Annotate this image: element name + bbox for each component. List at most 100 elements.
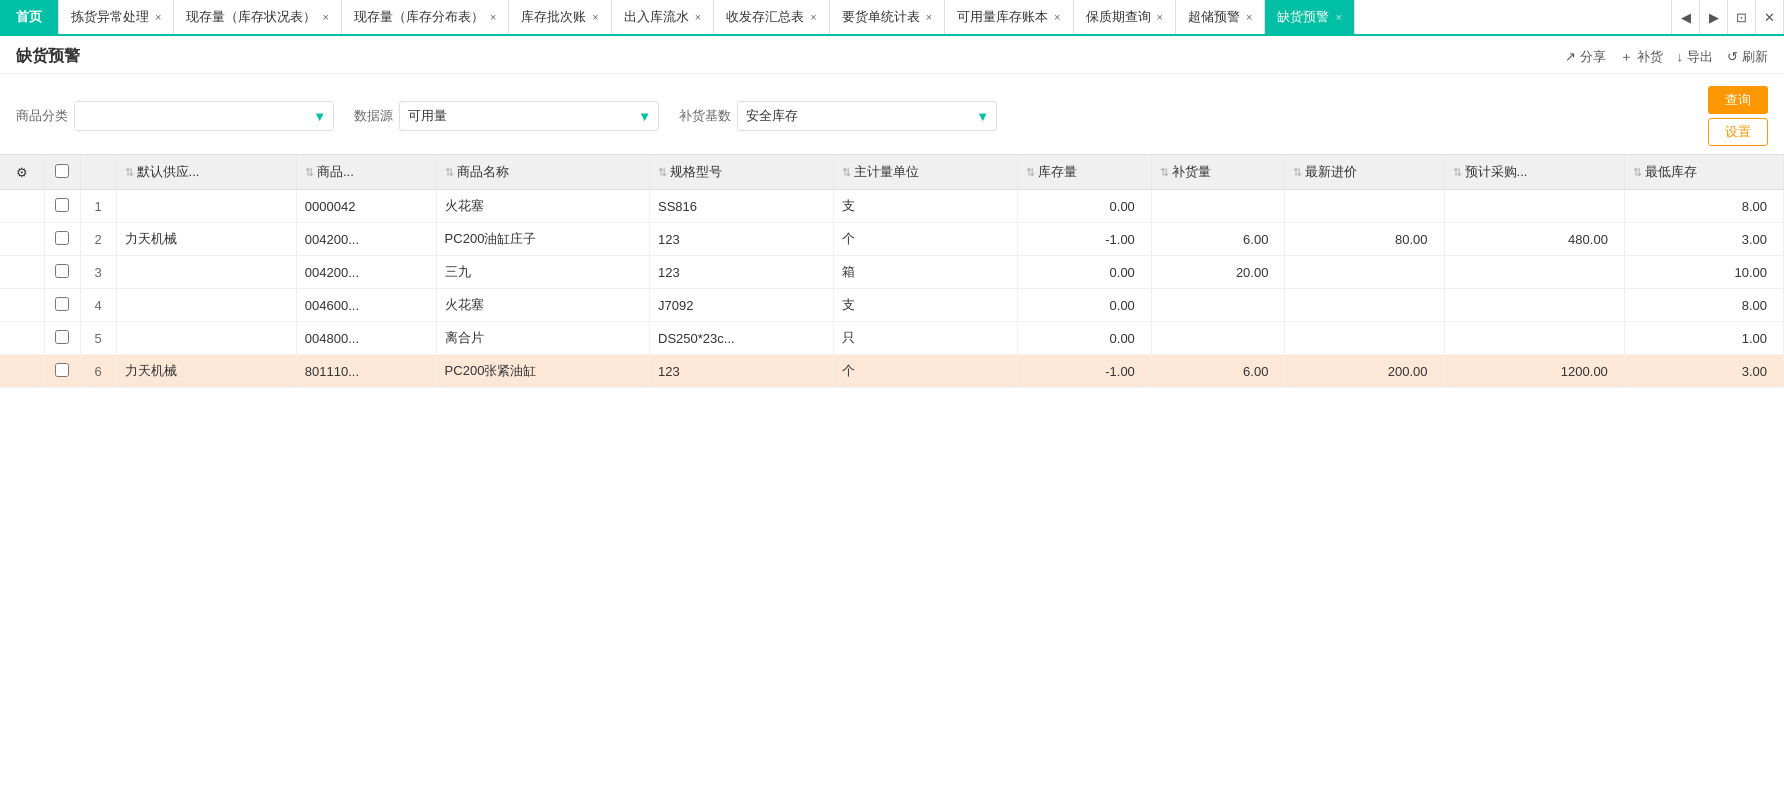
settings-button[interactable]: 设置: [1708, 118, 1768, 146]
row-checkbox[interactable]: [55, 231, 69, 245]
row-est-purchase: [1444, 190, 1624, 223]
tab-nav-buttons: ◀ ▶ ⊡ ✕: [1671, 0, 1784, 34]
col-stock[interactable]: 库存量: [1018, 155, 1152, 190]
tab-close-icon[interactable]: ×: [1246, 11, 1252, 23]
row-unit: 支: [833, 289, 1018, 322]
col-est-purchase[interactable]: 预计采购...: [1444, 155, 1624, 190]
tab-batch-account[interactable]: 库存批次账×: [509, 0, 611, 34]
tab-abnormal[interactable]: 拣货异常处理×: [59, 0, 174, 34]
row-replenish: 6.00: [1151, 223, 1285, 256]
header-actions: ↗分享 ＋补货 ↓导出 ↺刷新: [1565, 48, 1769, 66]
tab-inout-flow[interactable]: 出入库流水×: [612, 0, 714, 34]
replenish-base-filter-group: 补货基数 安全库存 ▼: [679, 101, 997, 131]
row-min-stock: 3.00: [1624, 355, 1783, 388]
tab-overstock[interactable]: 超储预警 ×: [1176, 0, 1265, 34]
row-product-name: PC200张紧油缸: [436, 355, 649, 388]
table-row: 3 004200... 三九 123 箱 0.00 20.00 10.00: [0, 256, 1784, 289]
row-latest-price: [1285, 322, 1444, 355]
row-checkbox[interactable]: [55, 198, 69, 212]
tab-close-icon[interactable]: ×: [695, 11, 701, 23]
tab-available-ledger[interactable]: 可用量库存账本×: [945, 0, 1073, 34]
row-product-code: 004200...: [296, 256, 436, 289]
category-label: 商品分类: [16, 107, 68, 125]
replenish-base-select[interactable]: 安全库存: [737, 101, 997, 131]
row-latest-price: [1285, 289, 1444, 322]
row-product-code: 0000042: [296, 190, 436, 223]
row-gear: [0, 322, 44, 355]
tab-close-icon[interactable]: ×: [592, 11, 598, 23]
tab-close-icon[interactable]: ×: [926, 11, 932, 23]
table-row: 1 0000042 火花塞 SS816 支 0.00 8.00: [0, 190, 1784, 223]
tab-expiry-query[interactable]: 保质期查询 ×: [1074, 0, 1176, 34]
row-spec: DS250*23c...: [650, 322, 834, 355]
page-header: 缺货预警 ↗分享＋补货↓导出↺刷新: [0, 36, 1784, 74]
tab-close-all-button[interactable]: ✕: [1756, 0, 1784, 34]
category-select[interactable]: [74, 101, 334, 131]
row-unit: 个: [833, 355, 1018, 388]
col-product-code[interactable]: 商品...: [296, 155, 436, 190]
tab-prev-button[interactable]: ◀: [1672, 0, 1700, 34]
col-gear[interactable]: ⚙: [0, 155, 44, 190]
category-filter-group: 商品分类 ▼: [16, 101, 334, 131]
row-product-name: PC200油缸庄子: [436, 223, 649, 256]
row-est-purchase: 1200.00: [1444, 355, 1624, 388]
col-spec[interactable]: 规格型号: [650, 155, 834, 190]
tab-stock-status[interactable]: 现存量（库存状况表）×: [174, 0, 341, 34]
tab-close-icon[interactable]: ×: [1335, 11, 1341, 23]
row-spec: SS816: [650, 190, 834, 223]
row-supplier: [116, 190, 296, 223]
tab-shortage[interactable]: 缺货预警×: [1265, 0, 1354, 34]
share-button[interactable]: ↗分享: [1565, 48, 1606, 66]
datasource-value: 可用量: [408, 107, 447, 125]
row-supplier: 力天机械: [116, 223, 296, 256]
tab-close-icon[interactable]: ×: [490, 11, 496, 23]
row-stock: -1.00: [1018, 223, 1152, 256]
row-number: 1: [80, 190, 116, 223]
replenish-base-label: 补货基数: [679, 107, 731, 125]
tab-demand-stat[interactable]: 要货单统计表×: [830, 0, 945, 34]
table-row: 2 力天机械 004200... PC200油缸庄子 123 个 -1.00 6…: [0, 223, 1784, 256]
tab-stock-dist[interactable]: 现存量（库存分布表）×: [342, 0, 509, 34]
row-number: 6: [80, 355, 116, 388]
row-gear: [0, 190, 44, 223]
tab-label: 保质期查询: [1086, 8, 1151, 26]
data-table: ⚙ 默认供应... 商品... 商品名称 规格型号 主计量单位 库存量 补货量 …: [0, 154, 1784, 388]
col-rownum: [80, 155, 116, 190]
row-checkbox[interactable]: [55, 297, 69, 311]
export-button[interactable]: ↓导出: [1677, 48, 1714, 66]
tab-receive-summary[interactable]: 收发存汇总表×: [714, 0, 829, 34]
col-supplier[interactable]: 默认供应...: [116, 155, 296, 190]
col-min-stock[interactable]: 最低库存: [1624, 155, 1783, 190]
row-spec: 123: [650, 256, 834, 289]
datasource-select[interactable]: 可用量: [399, 101, 659, 131]
share-label: 分享: [1580, 48, 1606, 66]
row-checkbox[interactable]: [55, 264, 69, 278]
row-checkbox-cell: [44, 289, 80, 322]
row-number: 2: [80, 223, 116, 256]
row-product-name: 火花塞: [436, 190, 649, 223]
row-replenish: [1151, 289, 1285, 322]
refresh-button[interactable]: ↺刷新: [1727, 48, 1768, 66]
col-latest-price[interactable]: 最新进价: [1285, 155, 1444, 190]
col-unit[interactable]: 主计量单位: [833, 155, 1018, 190]
tab-next-button[interactable]: ▶: [1700, 0, 1728, 34]
tab-label: 超储预警: [1188, 8, 1240, 26]
query-button[interactable]: 查询: [1708, 86, 1768, 114]
select-all-checkbox[interactable]: [55, 164, 69, 178]
row-checkbox[interactable]: [55, 363, 69, 377]
row-gear: [0, 223, 44, 256]
tab-restore-button[interactable]: ⊡: [1728, 0, 1756, 34]
row-product-code: 004800...: [296, 322, 436, 355]
row-est-purchase: [1444, 289, 1624, 322]
tab-close-icon[interactable]: ×: [1054, 11, 1060, 23]
tab-close-icon[interactable]: ×: [810, 11, 816, 23]
row-checkbox-cell: [44, 322, 80, 355]
tab-close-icon[interactable]: ×: [322, 11, 328, 23]
col-replenish[interactable]: 补货量: [1151, 155, 1285, 190]
replenish-button[interactable]: ＋补货: [1620, 48, 1663, 66]
row-checkbox[interactable]: [55, 330, 69, 344]
tab-close-icon[interactable]: ×: [1157, 11, 1163, 23]
tab-close-icon[interactable]: ×: [155, 11, 161, 23]
tab-home[interactable]: 首页: [0, 0, 59, 34]
col-product-name[interactable]: 商品名称: [436, 155, 649, 190]
